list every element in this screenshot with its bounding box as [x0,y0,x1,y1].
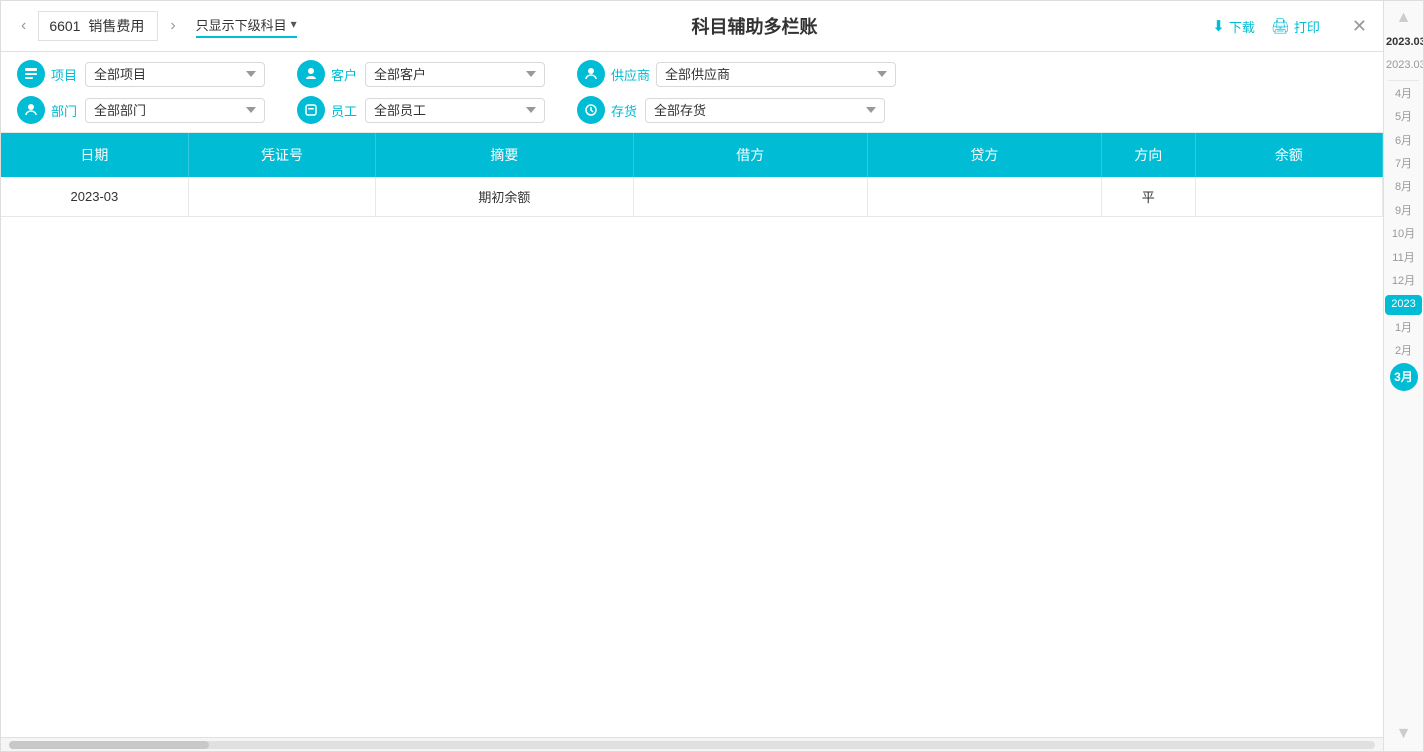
download-btn[interactable]: ⬇ 下载 [1212,17,1255,36]
col-header-balance: 余额 [1195,133,1382,177]
show-sub-toggle[interactable]: 只显示下级科目 ▾ [196,15,297,38]
show-sub-label: 只显示下级科目 [196,15,287,34]
customer-label: 客户 [331,65,359,84]
scrollbar-track [9,741,1375,749]
col-header-debit: 借方 [633,133,867,177]
account-code-text: 6601 [49,18,80,34]
cell-credit [867,177,1101,217]
project-label: 项目 [51,65,79,84]
employee-filter-item: 员工 全部员工 [297,96,545,124]
next-account-btn[interactable]: › [166,15,179,37]
scrollbar-thumb[interactable] [9,741,209,749]
timeline-item-7[interactable]: 7月 [1384,153,1423,176]
inventory-label: 存货 [611,101,639,120]
cell-debit [633,177,867,217]
download-label: 下载 [1229,17,1255,36]
cell-voucher [188,177,375,217]
timeline-item-1[interactable]: 1月 [1384,317,1423,340]
timeline-item-9[interactable]: 9月 [1384,200,1423,223]
timeline-item-8[interactable]: 8月 [1384,176,1423,199]
cell-date: 2023-03 [1,177,188,217]
timeline-up-nav[interactable]: ▲ [1392,5,1416,31]
header-bar: ‹ 6601 销售费用 › 只显示下级科目 ▾ 科目辅助多栏账 ⬇ 下载 🖨 打… [1,1,1383,52]
col-header-voucher: 凭证号 [188,133,375,177]
employee-icon [297,96,325,124]
timeline-item-2[interactable]: 2月 [1384,340,1423,363]
department-filter-item: 部门 全部部门 [17,96,265,124]
inventory-select[interactable]: 全部存货 [645,98,885,123]
prev-account-btn[interactable]: ‹ [17,15,30,37]
supplier-label: 供应商 [611,65,650,84]
ledger-table: 日期 凭证号 摘要 借方 贷方 方向 余额 2023-03 期初余额 [1,133,1383,217]
timeline-item-4[interactable]: 4月 [1384,83,1423,106]
supplier-filter-item: 供应商 全部供应商 [577,60,896,88]
employee-select[interactable]: 全部员工 [365,98,545,123]
timeline-item-2023-03[interactable]: 2023.03 [1384,54,1423,77]
department-select[interactable]: 全部部门 [85,98,265,123]
print-label: 打印 [1294,17,1320,36]
timeline-item-5[interactable]: 5月 [1384,106,1423,129]
project-filter-item: 项目 全部项目 [17,60,265,88]
account-display: 6601 销售费用 [38,11,158,41]
inventory-filter-item: 存货 全部存货 [577,96,885,124]
filter-row-2: 部门 全部部门 员工 全部员工 [17,96,1367,124]
timeline-panel: ▲ 2023.03 2023.03 4月 5月 6月 7月 8月 9月 10月 … [1383,1,1423,751]
timeline-item-10[interactable]: 10月 [1384,223,1423,246]
filters-panel: 项目 全部项目 客户 全部客户 [1,52,1383,133]
download-icon: ⬇ [1212,17,1225,35]
table-header-row: 日期 凭证号 摘要 借方 贷方 方向 余额 [1,133,1383,177]
department-label: 部门 [51,101,79,120]
col-header-direction: 方向 [1101,133,1195,177]
timeline-item-6[interactable]: 6月 [1384,130,1423,153]
timeline-year-badge[interactable]: 2023 [1385,295,1421,314]
department-icon [17,96,45,124]
table-container: 日期 凭证号 摘要 借方 贷方 方向 余额 2023-03 期初余额 [1,133,1383,217]
timeline-item-12[interactable]: 12月 [1384,270,1423,293]
page-title: 科目辅助多栏账 [297,13,1213,39]
toolbar-right: ⬇ 下载 🖨 打印 ✕ [1212,16,1367,37]
supplier-select[interactable]: 全部供应商 [656,62,896,87]
project-icon [17,60,45,88]
timeline-divider [1388,80,1419,81]
print-icon: 🖨 [1271,17,1290,35]
cell-summary: 期初余额 [376,177,634,217]
main-content: ‹ 6601 销售费用 › 只显示下级科目 ▾ 科目辅助多栏账 ⬇ 下载 🖨 打… [1,1,1383,217]
cell-direction: 平 [1101,177,1195,217]
customer-icon [297,60,325,88]
customer-select[interactable]: 全部客户 [365,62,545,87]
col-header-credit: 贷方 [867,133,1101,177]
timeline-item-3-active[interactable]: 3月 [1390,363,1418,391]
print-btn[interactable]: 🖨 打印 [1271,17,1320,36]
main-window: ▲ 2023.03 2023.03 4月 5月 6月 7月 8月 9月 10月 … [0,0,1424,752]
table-row[interactable]: 2023-03 期初余额 平 [1,177,1383,217]
col-header-summary: 摘要 [376,133,634,177]
project-select[interactable]: 全部项目 [85,62,265,87]
timeline-down-nav[interactable]: ▼ [1392,721,1416,747]
customer-filter-item: 客户 全部客户 [297,60,545,88]
horizontal-scrollbar[interactable] [1,737,1383,751]
employee-label: 员工 [331,101,359,120]
cell-balance [1195,177,1382,217]
inventory-icon [577,96,605,124]
filter-row-1: 项目 全部项目 客户 全部客户 [17,60,1367,88]
close-btn[interactable]: ✕ [1352,16,1367,37]
timeline-item-2023-03-selected[interactable]: 2023.03 [1384,31,1423,54]
supplier-icon [577,60,605,88]
account-name-text: 销售费用 [88,18,144,34]
col-header-date: 日期 [1,133,188,177]
timeline-item-11[interactable]: 11月 [1384,247,1423,270]
